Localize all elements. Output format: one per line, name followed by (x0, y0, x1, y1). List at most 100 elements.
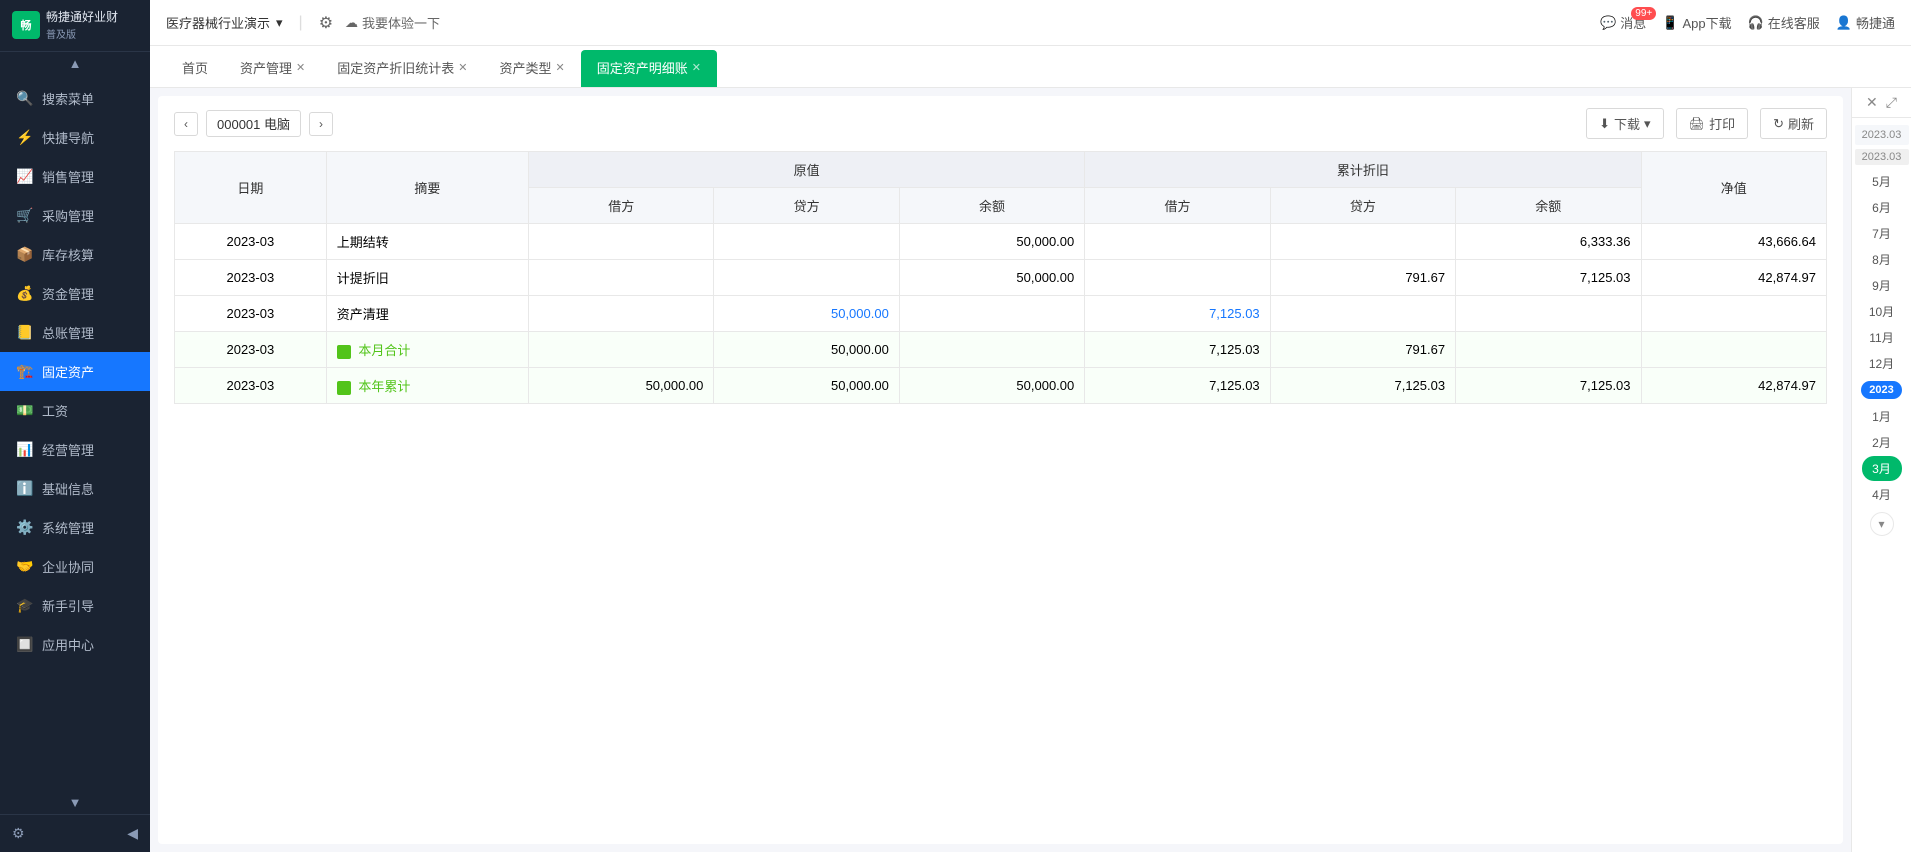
sidebar-item-label: 采购管理 (42, 206, 94, 225)
sidebar-item-basic[interactable]: ℹ️ 基础信息 (0, 469, 150, 508)
page-area: ‹ 000001 电脑 › ⬇ 下载 ▾ 🖨 打印 (150, 88, 1911, 852)
app-download-button[interactable]: 📱 App下载 (1662, 13, 1731, 32)
sidebar-item-fixed[interactable]: 🏗️ 固定资产 (0, 352, 150, 391)
timeline-month-10[interactable]: 10月 (1862, 299, 1902, 324)
timeline-month-8[interactable]: 8月 (1862, 247, 1902, 272)
th-orig-debit: 借方 (528, 188, 713, 224)
company-selector[interactable]: 医疗器械行业演示 ▾ (166, 13, 283, 32)
app-logo: 畅 (12, 11, 40, 39)
table-row: 2023-03 计提折旧 50,000.00 791.67 7,125.03 4… (175, 260, 1827, 296)
toolbar-right: ⬇ 下载 ▾ 🖨 打印 ↻ 刷新 (1586, 108, 1827, 139)
th-acc-credit: 贷方 (1270, 188, 1455, 224)
customer-service-button[interactable]: 🎧 在线客服 (1748, 13, 1820, 32)
cell-acc-balance: 6,333.36 (1456, 224, 1641, 260)
tab-depreciation-close[interactable]: ✕ (458, 61, 467, 74)
sidebar-item-quicknav[interactable]: ⚡ 快捷导航 (0, 118, 150, 157)
cell-acc-credit: 791.67 (1270, 260, 1455, 296)
cell-date: 2023-03 (175, 296, 327, 332)
sidebar-nav: 🔍 搜索菜单 ⚡ 快捷导航 📈 销售管理 🛒 采购管理 📦 库存核算 💰 资金管… (0, 75, 150, 791)
cell-orig-credit (714, 260, 899, 296)
next-asset-button[interactable]: › (309, 112, 333, 136)
cell-summary: 上期结转 (326, 224, 528, 260)
tab-asset-type-close[interactable]: ✕ (556, 61, 565, 74)
sidebar-item-collab[interactable]: 🤝 企业协同 (0, 547, 150, 586)
settings-footer-icon[interactable]: ⚙ (12, 825, 25, 842)
cell-date: 2023-03 (175, 224, 327, 260)
message-button[interactable]: 💬 消息 99+ (1600, 13, 1646, 32)
tab-home-label: 首页 (182, 58, 208, 77)
timeline-month-11[interactable]: 11月 (1862, 325, 1902, 350)
print-button[interactable]: 🖨 打印 (1676, 108, 1749, 139)
collapse-icon[interactable]: ◀ (127, 825, 138, 842)
tab-asset-type[interactable]: 资产类型 ✕ (483, 50, 580, 87)
timeline-year-marker[interactable]: 2023 (1861, 381, 1901, 399)
timeline-month-7[interactable]: 7月 (1862, 221, 1902, 246)
tab-asset-detail-close[interactable]: ✕ (692, 61, 701, 74)
tab-asset-mgmt[interactable]: 资产管理 ✕ (224, 50, 321, 87)
timeline-scroll-down[interactable]: ▾ (1870, 512, 1894, 536)
panel-expand-icon[interactable]: ⤢ (1886, 94, 1897, 111)
sidebar-item-purchase[interactable]: 🛒 采购管理 (0, 196, 150, 235)
capital-icon: 💰 (16, 284, 34, 302)
download-button[interactable]: ⬇ 下载 ▾ (1586, 108, 1663, 139)
sidebar-item-inventory[interactable]: 📦 库存核算 (0, 235, 150, 274)
timeline-month-2[interactable]: 2月 (1862, 430, 1902, 455)
sidebar-header: 畅 畅捷通好业财 普及版 (0, 0, 150, 52)
th-orig-balance: 余额 (899, 188, 1084, 224)
next-arrow-icon: › (319, 117, 323, 131)
refresh-button[interactable]: ↻ 刷新 (1760, 108, 1827, 139)
sidebar-scroll-up[interactable]: ▲ (0, 52, 150, 75)
panel-header: ✕ ⤢ (1852, 88, 1911, 118)
sidebar-item-label: 系统管理 (42, 518, 94, 537)
tab-home[interactable]: 首页 (166, 50, 224, 87)
tab-asset-detail-label: 固定资产明细账 (597, 58, 688, 77)
cell-orig-balance (899, 332, 1084, 368)
operations-icon: 📊 (16, 440, 34, 458)
sidebar-item-sales[interactable]: 📈 销售管理 (0, 157, 150, 196)
tab-depreciation-label: 固定资产折旧统计表 (337, 58, 454, 77)
cell-orig-debit: 50,000.00 (528, 368, 713, 404)
purchase-icon: 🛒 (16, 206, 34, 224)
timeline-month-9[interactable]: 9月 (1862, 273, 1902, 298)
sidebar-item-apps[interactable]: 🔲 应用中心 (0, 625, 150, 664)
sidebar-item-payroll[interactable]: 💵 工资 (0, 391, 150, 430)
refresh-label: 刷新 (1788, 114, 1814, 133)
basic-info-icon: ℹ️ (16, 479, 34, 497)
timeline-month-5[interactable]: 5月 (1862, 169, 1902, 194)
sidebar-scroll-down[interactable]: ▼ (0, 791, 150, 814)
sidebar-item-search[interactable]: 🔍 搜索菜单 (0, 79, 150, 118)
sidebar-item-label: 资金管理 (42, 284, 94, 303)
download-icon: 📱 (1662, 15, 1678, 31)
tab-asset-mgmt-close[interactable]: ✕ (296, 61, 305, 74)
cell-acc-credit: 791.67 (1270, 332, 1455, 368)
sidebar-item-guide[interactable]: 🎓 新手引导 (0, 586, 150, 625)
timeline-month-12[interactable]: 12月 (1862, 351, 1902, 376)
panel-close-icon[interactable]: ✕ (1866, 94, 1878, 111)
timeline-month-1[interactable]: 1月 (1862, 404, 1902, 429)
experience-button[interactable]: ☁ 我要体验一下 (345, 13, 440, 32)
prev-asset-button[interactable]: ‹ (174, 112, 198, 136)
cell-acc-credit (1270, 296, 1455, 332)
sidebar-item-capital[interactable]: 💰 资金管理 (0, 274, 150, 313)
user-label: 畅捷通 (1856, 13, 1895, 32)
refresh-icon: ↻ (1773, 116, 1784, 132)
cell-summary: 本年累计 (326, 368, 528, 404)
timeline-month-6[interactable]: 6月 (1862, 195, 1902, 220)
sales-icon: 📈 (16, 167, 34, 185)
cell-orig-debit (528, 260, 713, 296)
user-menu[interactable]: 👤 畅捷通 (1836, 13, 1895, 32)
search-icon: 🔍 (16, 89, 34, 107)
service-icon: 🎧 (1748, 15, 1764, 31)
timeline-month-4[interactable]: 4月 (1862, 482, 1902, 507)
collab-icon: 🤝 (16, 557, 34, 575)
summary-icon (337, 345, 351, 359)
tab-depreciation[interactable]: 固定资产折旧统计表 ✕ (321, 50, 483, 87)
tab-asset-detail[interactable]: 固定资产明细账 ✕ (581, 50, 717, 87)
cell-orig-credit: 50,000.00 (714, 368, 899, 404)
timeline-month-3[interactable]: 3月 (1862, 456, 1902, 481)
topbar-settings-icon[interactable]: ⚙ (319, 13, 333, 33)
sidebar-item-label: 新手引导 (42, 596, 94, 615)
sidebar-item-ledger[interactable]: 📒 总账管理 (0, 313, 150, 352)
sidebar-item-system[interactable]: ⚙️ 系统管理 (0, 508, 150, 547)
sidebar-item-operations[interactable]: 📊 经营管理 (0, 430, 150, 469)
